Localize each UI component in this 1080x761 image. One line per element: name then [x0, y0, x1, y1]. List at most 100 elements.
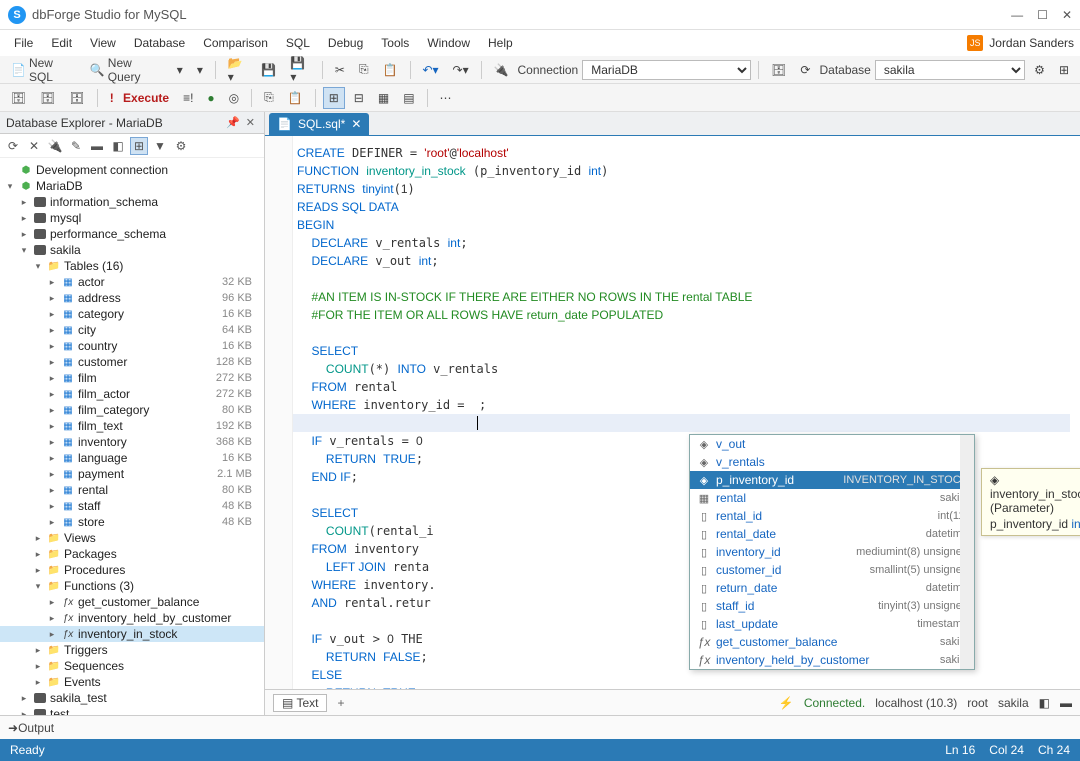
twisty-icon[interactable]: ▸ [46, 597, 58, 608]
menu-database[interactable]: Database [126, 33, 193, 53]
db2-icon[interactable]: 🗄 [35, 88, 60, 108]
tree-node[interactable]: ▸▦payment2.1 MB [0, 466, 264, 482]
maximize-button[interactable]: ☐ [1037, 8, 1048, 22]
twisty-icon[interactable]: ▸ [46, 389, 58, 400]
pin-icon[interactable]: 📌 [223, 116, 243, 129]
menu-window[interactable]: Window [419, 33, 478, 53]
redo-button[interactable]: ↷▾ [448, 60, 474, 80]
twisty-icon[interactable]: ▾ [32, 581, 44, 592]
autocomplete-item[interactable]: ◈v_out [690, 435, 974, 453]
grid2-icon[interactable]: ⊟ [349, 88, 369, 108]
save-button[interactable]: 💾 [256, 60, 281, 80]
tree-node[interactable]: ▸ƒxinventory_in_stock [0, 626, 264, 642]
db-icon[interactable]: 🗄 [766, 60, 791, 80]
exec-opt-icon[interactable]: ≡! [178, 88, 198, 108]
tool-c[interactable]: ⎘ [259, 87, 279, 108]
autocomplete-item[interactable]: ▦rentalsakila [690, 489, 974, 507]
tree-node[interactable]: ▸▦city64 KB [0, 322, 264, 338]
tree-node[interactable]: ▸▦inventory368 KB [0, 434, 264, 450]
twisty-icon[interactable]: ▾ [18, 245, 30, 256]
dropdown-2[interactable]: ▾ [192, 60, 208, 80]
twisty-icon[interactable]: ▸ [46, 613, 58, 624]
tree-node[interactable]: ▸▦store48 KB [0, 514, 264, 530]
twisty-icon[interactable]: ▸ [46, 517, 58, 528]
new-conn-icon[interactable]: 🔌 [46, 137, 64, 155]
twisty-icon[interactable]: ▸ [32, 645, 44, 656]
tree-node[interactable]: ▾📁Tables (16) [0, 258, 264, 274]
twisty-icon[interactable]: ▸ [32, 661, 44, 672]
autocomplete-item[interactable]: ▯last_updatetimestamp [690, 615, 974, 633]
add-view-button[interactable]: + [337, 696, 344, 710]
tree-node[interactable]: ▸information_schema [0, 194, 264, 210]
autocomplete-item[interactable]: ◈p_inventory_idINVENTORY_IN_STOCK [690, 471, 974, 489]
filter-icon[interactable]: ▼ [151, 137, 169, 155]
twisty-icon[interactable]: ▸ [46, 421, 58, 432]
twisty-icon[interactable]: ▸ [46, 485, 58, 496]
tree-node[interactable]: ▸▦film_text192 KB [0, 418, 264, 434]
tree-node[interactable]: ▸▦staff48 KB [0, 498, 264, 514]
tab-close-icon[interactable]: ✕ [351, 117, 361, 131]
paste-button[interactable]: 📋 [378, 60, 403, 80]
tool-btn-a[interactable]: ⚙ [1029, 60, 1050, 80]
tree-node[interactable]: ⬢Development connection [0, 162, 264, 178]
twisty-icon[interactable]: ▸ [46, 309, 58, 320]
minimize-button[interactable]: — [1011, 8, 1023, 22]
twisty-icon[interactable]: ▸ [46, 373, 58, 384]
tab-sql[interactable]: 📄 SQL.sql* ✕ [269, 113, 369, 135]
tool-btn-b[interactable]: ⊞ [1054, 60, 1074, 80]
cut-button[interactable]: ✂ [330, 60, 350, 80]
close-panel-icon[interactable]: ✕ [243, 116, 258, 129]
menu-edit[interactable]: Edit [43, 33, 80, 53]
close-button[interactable]: ✕ [1062, 8, 1072, 22]
grid3-icon[interactable]: ▦ [373, 88, 394, 108]
tool-f-icon[interactable]: ◧ [109, 137, 127, 155]
open-button[interactable]: 📂▾ [223, 53, 253, 87]
output-panel-header[interactable]: ➜ Output [0, 715, 1080, 739]
size-toggle-icon[interactable]: ⊞ [130, 137, 148, 155]
twisty-icon[interactable]: ▸ [18, 693, 30, 704]
tree-node[interactable]: ▸▦category16 KB [0, 306, 264, 322]
misc-icon[interactable]: ⋯ [435, 88, 457, 108]
autocomplete-item[interactable]: ◈v_rentals [690, 453, 974, 471]
explorer-tree[interactable]: ⬢Development connection▾⬢MariaDB▸informa… [0, 158, 264, 715]
cancel-icon[interactable]: ✕ [25, 137, 43, 155]
layout2-icon[interactable]: ▬ [1060, 696, 1072, 710]
menu-view[interactable]: View [82, 33, 124, 53]
undo-button[interactable]: ↶▾ [417, 60, 443, 80]
tree-node[interactable]: ▸ƒxinventory_held_by_customer [0, 610, 264, 626]
twisty-icon[interactable]: ▸ [46, 501, 58, 512]
twisty-icon[interactable]: ▸ [32, 565, 44, 576]
tree-node[interactable]: ▸📁Views [0, 530, 264, 546]
grid1-icon[interactable]: ⊞ [323, 87, 345, 109]
menu-tools[interactable]: Tools [373, 33, 417, 53]
autocomplete-item[interactable]: ▯staff_idtinyint(3) unsigned [690, 597, 974, 615]
twisty-icon[interactable]: ▸ [46, 405, 58, 416]
stop-icon[interactable]: ● [202, 88, 219, 108]
tree-node[interactable]: ▸sakila_test [0, 690, 264, 706]
twisty-icon[interactable]: ▾ [32, 261, 44, 272]
tree-node[interactable]: ▸▦address96 KB [0, 290, 264, 306]
refresh-db-icon[interactable]: ⟳ [795, 60, 815, 80]
menu-comparison[interactable]: Comparison [195, 33, 276, 53]
execute-button[interactable]: ! Execute [105, 88, 174, 108]
twisty-icon[interactable]: ▸ [46, 325, 58, 336]
tree-node[interactable]: ▸▦film272 KB [0, 370, 264, 386]
db3-icon[interactable]: 🗄 [64, 88, 89, 108]
autocomplete-item[interactable]: ƒxget_customer_balancesakila [690, 633, 974, 651]
tree-node[interactable]: ▸▦language16 KB [0, 450, 264, 466]
autocomplete-popup[interactable]: ◈v_out◈v_rentals◈p_inventory_idINVENTORY… [689, 434, 975, 670]
sync-icon[interactable]: ⚙ [172, 137, 190, 155]
twisty-icon[interactable]: ▸ [46, 469, 58, 480]
tree-node[interactable]: ▸📁Events [0, 674, 264, 690]
db1-icon[interactable]: 🗄 [6, 88, 31, 108]
tree-node[interactable]: ▸▦rental80 KB [0, 482, 264, 498]
code-editor[interactable]: CREATE DEFINER = 'root'@'localhost' FUNC… [265, 136, 1080, 689]
twisty-icon[interactable]: ▸ [32, 549, 44, 560]
user-account[interactable]: JS Jordan Sanders [967, 35, 1074, 51]
connection-select[interactable]: MariaDB [582, 60, 751, 80]
tree-node[interactable]: ▸mysql [0, 210, 264, 226]
autocomplete-item[interactable]: ▯inventory_idmediumint(8) unsigned [690, 543, 974, 561]
twisty-icon[interactable]: ▸ [18, 213, 30, 224]
twisty-icon[interactable]: ▸ [32, 533, 44, 544]
tree-node[interactable]: ▸📁Packages [0, 546, 264, 562]
